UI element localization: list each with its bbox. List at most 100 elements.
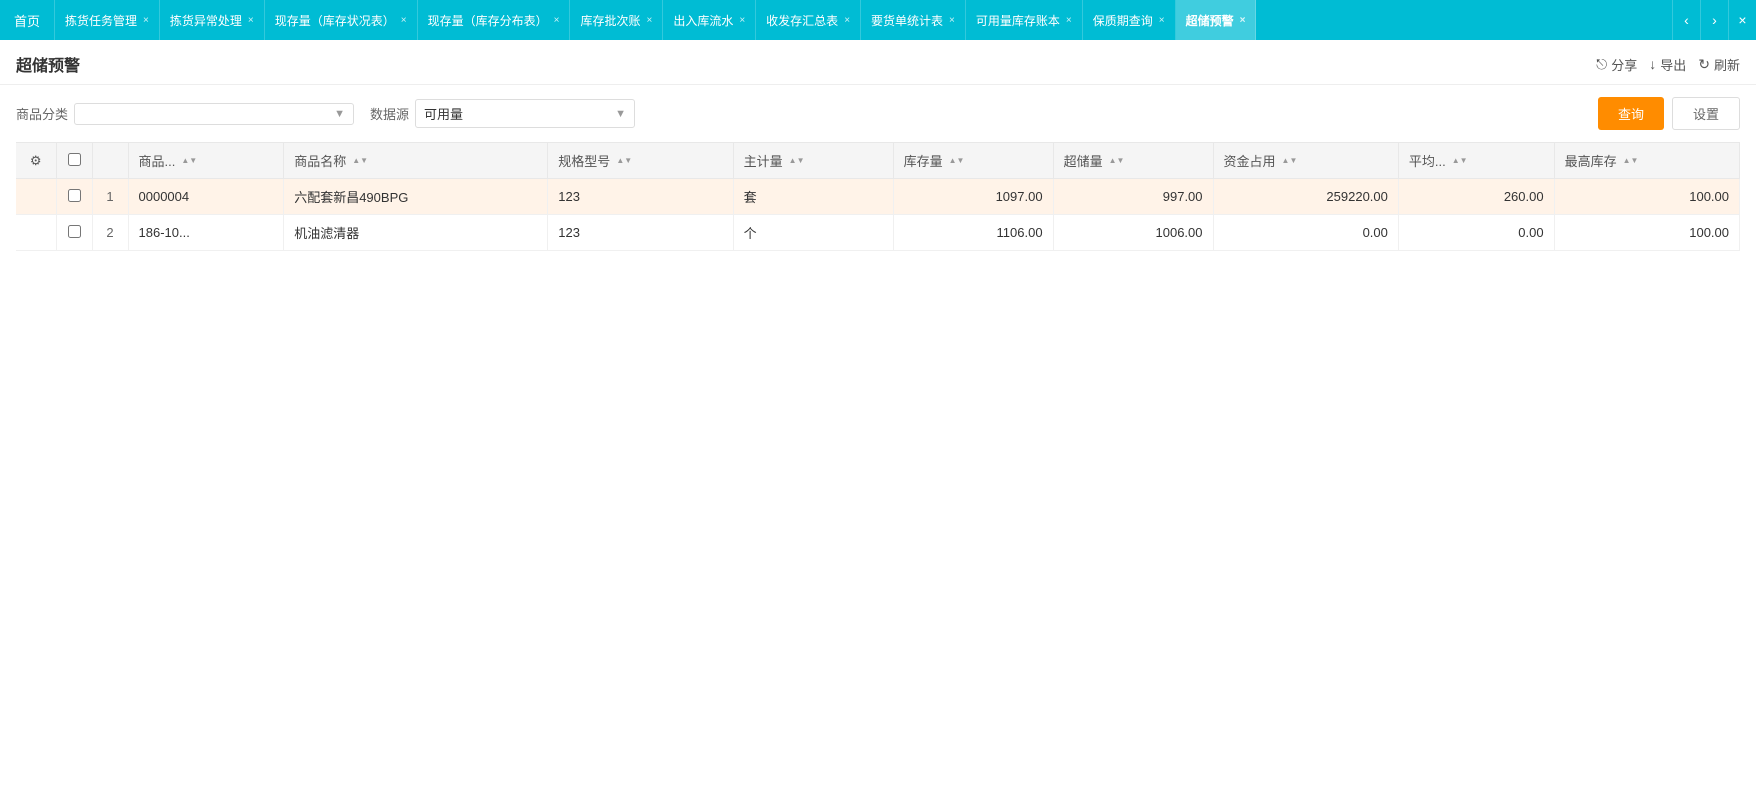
th-max-stock-label: 最高库存 [1565, 151, 1617, 170]
sort-unit-icon[interactable]: ▲▼ [789, 157, 805, 165]
nav-arrow-right[interactable]: › [1700, 0, 1728, 40]
td-num-0: 1 [92, 179, 128, 215]
nav-tab-6[interactable]: 收发存汇总表 × [756, 0, 861, 40]
sort-capital-icon[interactable]: ▲▼ [1282, 157, 1298, 165]
nav-tab-9[interactable]: 保质期查询 × [1083, 0, 1176, 40]
datasource-chevron-icon: ▼ [615, 108, 626, 120]
nav-tab-label-3: 现存量（库存分布表） [428, 12, 548, 29]
nav-tab-2[interactable]: 现存量（库存状况表） × [265, 0, 418, 40]
nav-tab-close-10[interactable]: × [1240, 15, 1246, 26]
nav-tab-close-5[interactable]: × [739, 15, 745, 26]
td-name-0: 六配套新昌490BPG [284, 179, 548, 215]
th-unit-label: 主计量 [744, 151, 783, 170]
sort-overstock-icon[interactable]: ▲▼ [1109, 157, 1125, 165]
sort-max-stock-icon[interactable]: ▲▼ [1623, 157, 1639, 165]
td-max-stock-1: 100.00 [1554, 215, 1739, 251]
nav-tab-label-8: 可用量库存账本 [976, 12, 1060, 29]
nav-tab-0[interactable]: 拣货任务管理 × [55, 0, 160, 40]
sort-code-icon[interactable]: ▲▼ [181, 157, 197, 165]
datasource-select-value: 可用量 [424, 104, 463, 123]
th-overstock[interactable]: 超储量 ▲▼ [1053, 143, 1213, 179]
sort-spec-icon[interactable]: ▲▼ [616, 157, 632, 165]
td-overstock-1: 1006.00 [1053, 215, 1213, 251]
row-checkbox-1[interactable] [68, 225, 81, 238]
nav-tab-label-7: 要货单统计表 [871, 12, 943, 29]
nav-tab-4[interactable]: 库存批次账 × [570, 0, 663, 40]
nav-tab-10[interactable]: 超储预警 × [1176, 0, 1257, 40]
row-checkbox-0[interactable] [68, 189, 81, 202]
page-container: 超储预警 ⎋ 分享 ↓ 导出 ↻ 刷新 商品分类 ▼ 数据源 [0, 40, 1756, 800]
td-overstock-0: 997.00 [1053, 179, 1213, 215]
th-capital[interactable]: 资金占用 ▲▼ [1213, 143, 1398, 179]
td-max-stock-0: 100.00 [1554, 179, 1739, 215]
settings-button[interactable]: 设置 [1672, 97, 1740, 130]
th-name[interactable]: 商品名称 ▲▼ [284, 143, 548, 179]
filter-actions: 查询 设置 [1598, 97, 1740, 130]
th-avg[interactable]: 平均... ▲▼ [1398, 143, 1554, 179]
category-label: 商品分类 [16, 104, 68, 123]
nav-tab-5[interactable]: 出入库流水 × [663, 0, 756, 40]
refresh-label: 刷新 [1714, 55, 1740, 74]
sort-avg-icon[interactable]: ▲▼ [1452, 157, 1468, 165]
nav-tab-label-0: 拣货任务管理 [65, 12, 137, 29]
td-check-1[interactable] [56, 215, 92, 251]
export-button[interactable]: ↓ 导出 [1649, 55, 1686, 74]
th-check[interactable] [56, 143, 92, 179]
query-button[interactable]: 查询 [1598, 97, 1664, 130]
sort-name-icon[interactable]: ▲▼ [352, 157, 368, 165]
nav-arrow-left[interactable]: ‹ [1672, 0, 1700, 40]
th-avg-label: 平均... [1409, 151, 1446, 170]
th-stock-label: 库存量 [904, 151, 943, 170]
td-capital-1: 0.00 [1213, 215, 1398, 251]
share-button[interactable]: ⎋ 分享 [1596, 55, 1637, 74]
td-stock-1: 1106.00 [893, 215, 1053, 251]
filter-bar: 商品分类 ▼ 数据源 可用量 ▼ 查询 设置 [0, 85, 1756, 142]
td-gear-1 [16, 215, 56, 251]
nav-tab-close-0[interactable]: × [143, 15, 149, 26]
th-code[interactable]: 商品... ▲▼ [128, 143, 284, 179]
th-max-stock[interactable]: 最高库存 ▲▼ [1554, 143, 1739, 179]
nav-arrows: ‹ › × [1672, 0, 1756, 40]
nav-tab-label-6: 收发存汇总表 [766, 12, 838, 29]
nav-tab-label-4: 库存批次账 [580, 12, 640, 29]
nav-tab-close-4[interactable]: × [646, 15, 652, 26]
select-all-checkbox[interactable] [68, 153, 81, 166]
th-stock[interactable]: 库存量 ▲▼ [893, 143, 1053, 179]
td-capital-0: 259220.00 [1213, 179, 1398, 215]
filter-datasource: 数据源 可用量 ▼ [370, 99, 635, 128]
nav-tab-close-3[interactable]: × [554, 15, 560, 26]
category-chevron-icon: ▼ [334, 108, 345, 120]
nav-tab-3[interactable]: 现存量（库存分布表） × [418, 0, 571, 40]
nav-arrow-close[interactable]: × [1728, 0, 1756, 40]
nav-tab-close-8[interactable]: × [1066, 15, 1072, 26]
datasource-select[interactable]: 可用量 ▼ [415, 99, 635, 128]
nav-tab-close-6[interactable]: × [844, 15, 850, 26]
nav-tab-label-5: 出入库流水 [673, 12, 733, 29]
refresh-button[interactable]: ↻ 刷新 [1698, 55, 1740, 74]
th-spec[interactable]: 规格型号 ▲▼ [548, 143, 733, 179]
td-spec-0: 123 [548, 179, 733, 215]
nav-tab-1[interactable]: 拣货异常处理 × [160, 0, 265, 40]
td-check-0[interactable] [56, 179, 92, 215]
td-unit-1: 个 [733, 215, 893, 251]
share-icon: ⎋ [1596, 56, 1607, 73]
nav-tab-close-7[interactable]: × [949, 15, 955, 26]
td-name-1: 机油滤清器 [284, 215, 548, 251]
nav-tab-close-1[interactable]: × [248, 15, 254, 26]
nav-tab-7[interactable]: 要货单统计表 × [861, 0, 966, 40]
category-select[interactable]: ▼ [74, 103, 354, 125]
nav-tab-close-9[interactable]: × [1159, 15, 1165, 26]
td-stock-0: 1097.00 [893, 179, 1053, 215]
refresh-icon: ↻ [1698, 56, 1710, 73]
td-unit-0: 套 [733, 179, 893, 215]
td-avg-0: 260.00 [1398, 179, 1554, 215]
share-label: 分享 [1611, 55, 1637, 74]
th-unit[interactable]: 主计量 ▲▼ [733, 143, 893, 179]
nav-tab-8[interactable]: 可用量库存账本 × [966, 0, 1083, 40]
nav-home[interactable]: 首页 [0, 0, 55, 40]
sort-stock-icon[interactable]: ▲▼ [949, 157, 965, 165]
th-gear[interactable]: ⚙ [16, 143, 56, 179]
table-container: ⚙ 商品... ▲▼ 商品名称 [0, 142, 1756, 251]
nav-tab-close-2[interactable]: × [401, 15, 407, 26]
gear-icon: ⚙ [30, 153, 42, 168]
